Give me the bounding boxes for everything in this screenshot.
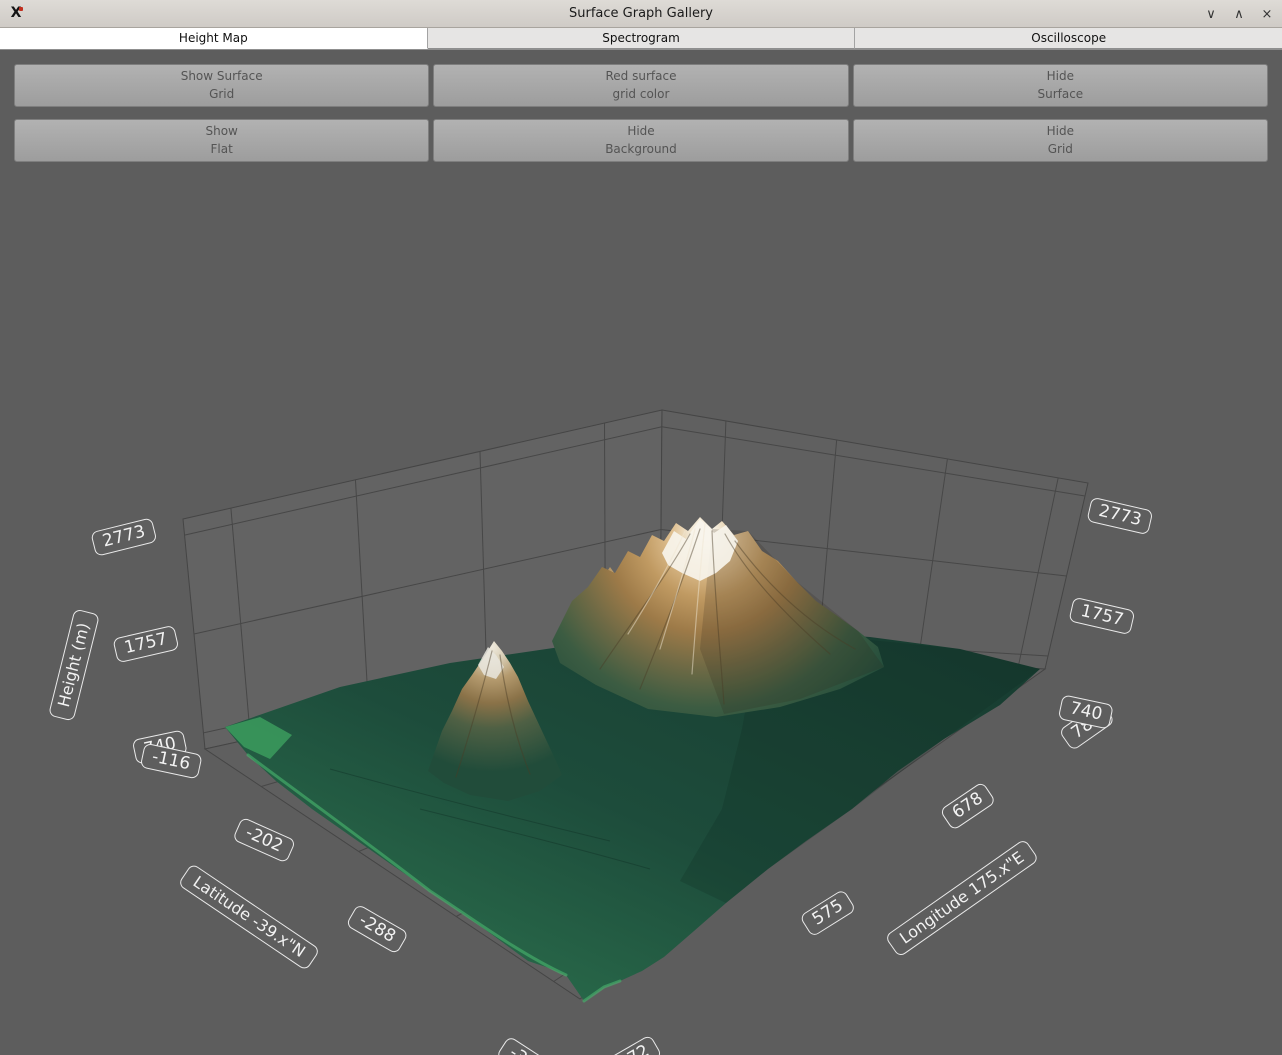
close-window-icon[interactable]: ×	[1258, 7, 1276, 22]
content-area: Show Surface Grid Red surface grid color…	[0, 50, 1282, 1055]
button-label: Grid	[1048, 141, 1073, 158]
button-label: Flat	[211, 141, 233, 158]
window-title: Surface Graph Gallery	[0, 6, 1282, 21]
hide-surface-button[interactable]: Hide Surface	[853, 64, 1268, 107]
tab-spectrogram[interactable]: Spectrogram	[428, 28, 856, 49]
tab-oscilloscope[interactable]: Oscilloscope	[855, 28, 1282, 49]
button-label: Hide	[627, 123, 654, 140]
button-label: Hide	[1047, 68, 1074, 85]
maximize-window-icon[interactable]: ∧	[1230, 7, 1248, 22]
app-window: X Surface Graph Gallery ∨ ∧ × Height Map…	[0, 0, 1282, 1055]
button-label: Show	[205, 123, 237, 140]
surface-plot-view[interactable]: Height (m) 2773 1757 740 -116 -202 -288 …	[0, 169, 1282, 1055]
tab-bar: Height Map Spectrogram Oscilloscope	[0, 28, 1282, 50]
control-buttons: Show Surface Grid Red surface grid color…	[0, 50, 1282, 169]
hide-grid-button[interactable]: Hide Grid	[853, 119, 1268, 162]
shade-window-icon[interactable]: ∨	[1202, 7, 1220, 22]
button-label: Grid	[209, 86, 234, 103]
button-label: Surface	[1037, 86, 1083, 103]
red-surface-grid-color-button[interactable]: Red surface grid color	[433, 64, 848, 107]
button-label: Red surface	[606, 68, 677, 85]
tab-height-map[interactable]: Height Map	[0, 28, 428, 49]
show-surface-grid-button[interactable]: Show Surface Grid	[14, 64, 429, 107]
hide-background-button[interactable]: Hide Background	[433, 119, 848, 162]
button-label: grid color	[613, 86, 670, 103]
app-icon-accent	[19, 7, 23, 11]
button-label: Hide	[1047, 123, 1074, 140]
show-flat-button[interactable]: Show Flat	[14, 119, 429, 162]
button-label: Background	[605, 141, 677, 158]
button-label: Show Surface	[181, 68, 263, 85]
titlebar[interactable]: X Surface Graph Gallery ∨ ∧ ×	[0, 0, 1282, 28]
window-controls: ∨ ∧ ×	[1202, 0, 1276, 28]
